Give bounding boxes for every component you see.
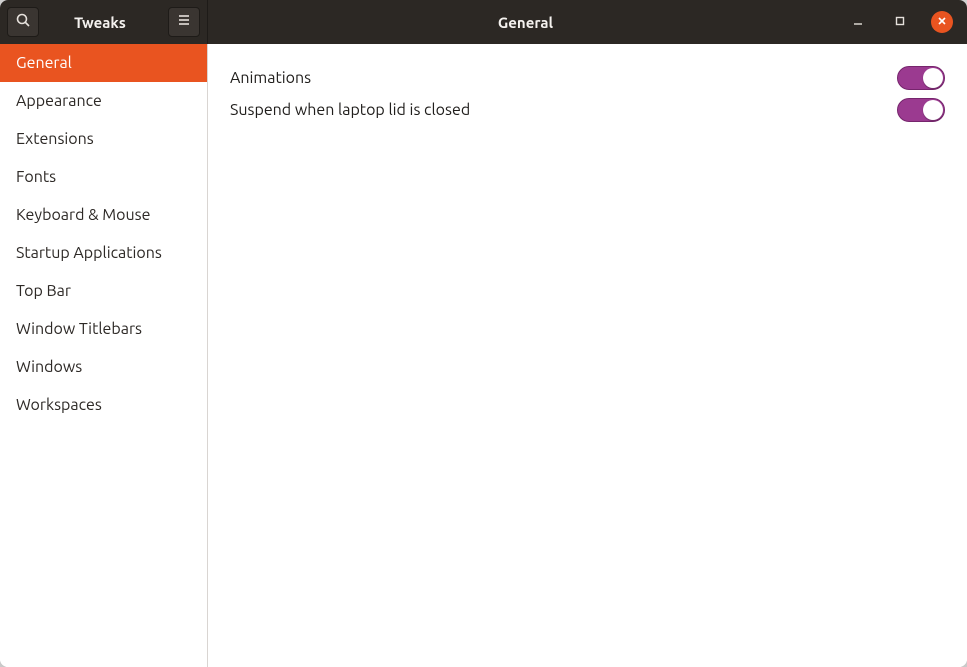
sidebar-item-startup-applications[interactable]: Startup Applications [0, 234, 207, 272]
minimize-button[interactable] [847, 11, 869, 33]
body: General Appearance Extensions Fonts Keyboard… [0, 44, 967, 667]
sidebar-item-label: Window Titlebars [16, 320, 142, 338]
sidebar-item-label: Appearance [16, 92, 102, 110]
sidebar-item-window-titlebars[interactable]: Window Titlebars [0, 310, 207, 348]
setting-row: Suspend when laptop lid is closed [230, 94, 945, 126]
titlebar-main-section: General [208, 0, 967, 44]
sidebar-item-label: Windows [16, 358, 82, 376]
titlebar-sidebar-section: Tweaks [0, 0, 208, 44]
menu-button[interactable] [168, 7, 200, 37]
close-icon [936, 13, 948, 31]
setting-row: Animations [230, 62, 945, 94]
sidebar-item-label: General [16, 54, 72, 72]
minimize-icon [852, 13, 864, 31]
app-window: Tweaks General [0, 0, 967, 667]
sidebar-item-extensions[interactable]: Extensions [0, 120, 207, 158]
setting-label: Suspend when laptop lid is closed [230, 101, 470, 119]
sidebar: General Appearance Extensions Fonts Keyboard… [0, 44, 208, 667]
toggle-knob [923, 68, 943, 88]
app-title: Tweaks [39, 14, 161, 31]
sidebar-item-general[interactable]: General [0, 44, 207, 82]
close-button[interactable] [931, 11, 953, 33]
sidebar-item-workspaces[interactable]: Workspaces [0, 386, 207, 424]
maximize-icon [894, 13, 906, 31]
page-title: General [208, 14, 843, 31]
toggle-switch[interactable] [897, 98, 945, 122]
toggle-knob [923, 100, 943, 120]
hamburger-icon [176, 12, 192, 32]
setting-label: Animations [230, 69, 311, 87]
search-button[interactable] [7, 7, 39, 37]
sidebar-item-fonts[interactable]: Fonts [0, 158, 207, 196]
sidebar-item-label: Workspaces [16, 396, 102, 414]
sidebar-item-label: Keyboard & Mouse [16, 206, 150, 224]
sidebar-item-top-bar[interactable]: Top Bar [0, 272, 207, 310]
titlebar: Tweaks General [0, 0, 967, 44]
toggle-switch[interactable] [897, 66, 945, 90]
sidebar-item-windows[interactable]: Windows [0, 348, 207, 386]
sidebar-item-label: Startup Applications [16, 244, 162, 262]
search-icon [15, 12, 31, 32]
sidebar-item-label: Fonts [16, 168, 56, 186]
sidebar-item-appearance[interactable]: Appearance [0, 82, 207, 120]
maximize-button[interactable] [889, 11, 911, 33]
sidebar-item-label: Top Bar [16, 282, 71, 300]
sidebar-item-label: Extensions [16, 130, 94, 148]
sidebar-item-keyboard-mouse[interactable]: Keyboard & Mouse [0, 196, 207, 234]
content-area: Animations Suspend when laptop lid is clo… [208, 44, 967, 667]
window-controls [843, 11, 967, 33]
